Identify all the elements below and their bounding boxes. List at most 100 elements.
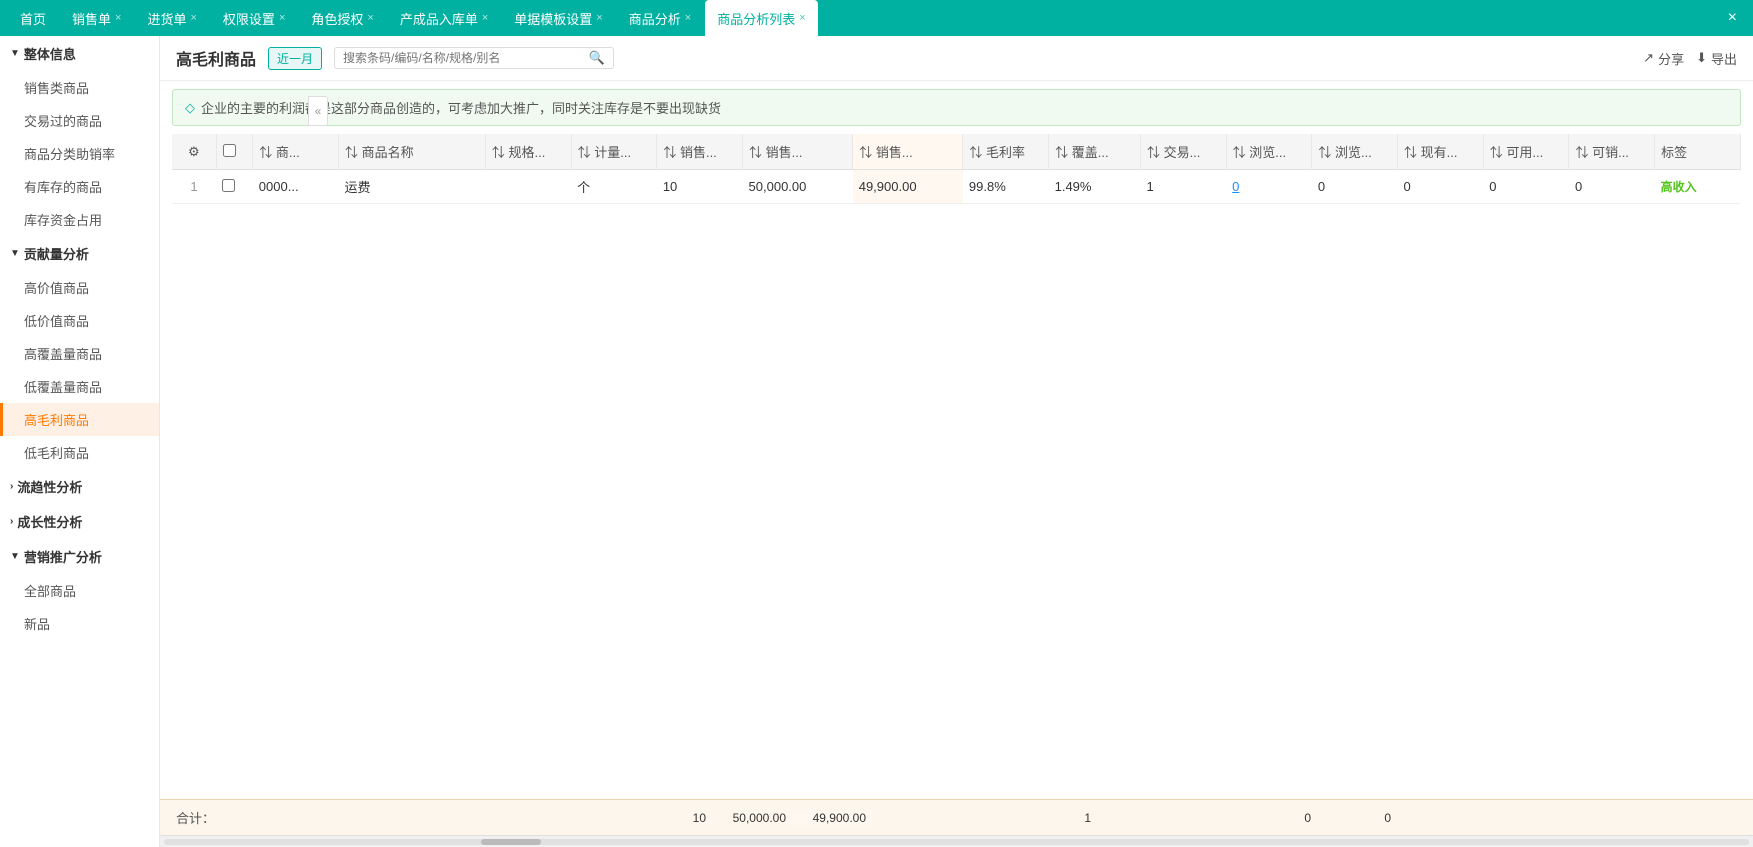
- row-view2: 0: [1312, 170, 1398, 204]
- row-sales-qty: 10: [657, 170, 743, 204]
- row-sales-amount: 50,000.00: [743, 170, 853, 204]
- info-banner: ◇ 企业的主要的利润都是这部分商品创造的，可考虑加大推广，同时关注库存是不要出现…: [172, 89, 1741, 126]
- top-navigation: 首页 销售单 × 进货单 × 权限设置 × 角色授权 × 产成品入库单 × 单据…: [0, 0, 1753, 36]
- sidebar-group-marketing[interactable]: ▼ 营销推广分析: [0, 539, 159, 574]
- nav-sales-order[interactable]: 销售单 ×: [60, 0, 133, 36]
- row-checkbox[interactable]: [222, 179, 235, 192]
- table-container[interactable]: ⚙ ⇅ 商... ⇅ 商品名称 ⇅ 规格...: [160, 134, 1753, 799]
- scrollbar-thumb[interactable]: [481, 839, 541, 845]
- sidebar-item-high-coverage[interactable]: 高覆盖量商品: [0, 337, 159, 370]
- nav-product-inbound[interactable]: 产成品入库单 ×: [388, 0, 500, 36]
- arrow-icon: ▼: [10, 48, 20, 59]
- nav-purchase-order[interactable]: 进货单 ×: [135, 0, 208, 36]
- sidebar-item-in-stock[interactable]: 有库存的商品: [0, 170, 159, 203]
- col-name[interactable]: ⇅ 商品名称: [339, 134, 486, 170]
- col-coverage[interactable]: ⇅ 覆盖...: [1049, 134, 1141, 170]
- footer-totals: 合计： 10 50,000.00 49,900.00 1 0 0: [160, 799, 1753, 835]
- nav-product-analysis-list[interactable]: 商品分析列表 ×: [705, 0, 817, 36]
- sidebar-item-low-margin[interactable]: 低毛利商品: [0, 436, 159, 469]
- info-icon: ◇: [185, 100, 195, 116]
- col-view1[interactable]: ⇅ 浏览...: [1226, 134, 1312, 170]
- sidebar-item-traded-goods[interactable]: 交易过的商品: [0, 104, 159, 137]
- close-product-analysis-list[interactable]: ×: [799, 12, 805, 24]
- close-permissions[interactable]: ×: [279, 12, 285, 24]
- data-table: ⚙ ⇅ 商... ⇅ 商品名称 ⇅ 规格...: [172, 134, 1741, 204]
- col-tag[interactable]: 标签: [1655, 134, 1741, 170]
- row-checkbox-cell[interactable]: [216, 170, 253, 204]
- export-button[interactable]: ⬇ 导出: [1696, 49, 1737, 68]
- close-product-inbound[interactable]: ×: [482, 12, 488, 24]
- arrow-icon: ›: [10, 481, 13, 492]
- sidebar-item-new-goods[interactable]: 新品: [0, 607, 159, 640]
- footer-trade: 1: [1017, 811, 1097, 825]
- horizontal-scrollbar[interactable]: [160, 835, 1753, 847]
- content-header: 高毛利商品 近一月 🔍 ↗ 分享 ⬇ 导出: [160, 36, 1753, 81]
- footer-sales-profit: 49,900.00: [792, 811, 872, 825]
- row-current: 0: [1398, 170, 1484, 204]
- sidebar-item-low-value[interactable]: 低价值商品: [0, 304, 159, 337]
- sidebar-group-trend[interactable]: › 流趋性分析: [0, 469, 159, 504]
- close-template-settings[interactable]: ×: [596, 12, 602, 24]
- sidebar-group-growth[interactable]: › 成长性分析: [0, 504, 159, 539]
- select-all-checkbox[interactable]: [223, 144, 236, 157]
- close-product-analysis[interactable]: ×: [685, 12, 691, 24]
- row-tag: 高收入: [1655, 170, 1741, 204]
- sidebar-item-category-assist[interactable]: 商品分类助销率: [0, 137, 159, 170]
- col-margin[interactable]: ⇅ 毛利率: [963, 134, 1049, 170]
- nav-product-analysis[interactable]: 商品分析 ×: [617, 0, 703, 36]
- row-code: 0000...: [253, 170, 339, 204]
- sidebar-group-contribution[interactable]: ▼ 贡献量分析: [0, 236, 159, 271]
- sidebar-item-high-value[interactable]: 高价值商品: [0, 271, 159, 304]
- sidebar-collapse-button[interactable]: «: [308, 96, 328, 126]
- col-current[interactable]: ⇅ 现有...: [1398, 134, 1484, 170]
- row-sales-profit: 49,900.00: [853, 170, 963, 204]
- table-row: 1 0000... 运费 个 10 50,000.00 49,900.00 99…: [172, 170, 1741, 204]
- row-coverage: 1.49%: [1049, 170, 1141, 204]
- table-header-row: ⚙ ⇅ 商... ⇅ 商品名称 ⇅ 规格...: [172, 134, 1741, 170]
- row-view1[interactable]: 0: [1226, 170, 1312, 204]
- col-spec[interactable]: ⇅ 规格...: [485, 134, 571, 170]
- col-unit[interactable]: ⇅ 计量...: [571, 134, 657, 170]
- col-checkbox[interactable]: [216, 134, 253, 170]
- col-sales-qty[interactable]: ⇅ 销售...: [657, 134, 743, 170]
- sidebar-item-inventory-capital[interactable]: 库存资金占用: [0, 203, 159, 236]
- sidebar-item-all-goods[interactable]: 全部商品: [0, 574, 159, 607]
- info-text: 企业的主要的利润都是这部分商品创造的，可考虑加大推广，同时关注库存是不要出现缺货: [201, 98, 721, 117]
- row-name: 运费: [339, 170, 486, 204]
- close-all-button[interactable]: ×: [1720, 9, 1745, 27]
- main-layout: ▼ 整体信息 销售类商品 交易过的商品 商品分类助销率 有库存的商品 库存资金占…: [0, 36, 1753, 847]
- row-available: 0: [1483, 170, 1569, 204]
- search-icon[interactable]: 🔍: [589, 50, 605, 66]
- nav-role-auth[interactable]: 角色授权 ×: [299, 0, 385, 36]
- col-view2[interactable]: ⇅ 浏览...: [1312, 134, 1398, 170]
- col-sellable[interactable]: ⇅ 可销...: [1569, 134, 1655, 170]
- sidebar-group-overview[interactable]: ▼ 整体信息: [0, 36, 159, 71]
- scrollbar-track: [164, 839, 1749, 845]
- col-sales-amount[interactable]: ⇅ 销售...: [743, 134, 853, 170]
- row-number: 1: [172, 170, 216, 204]
- nav-home[interactable]: 首页: [8, 0, 58, 36]
- sidebar-item-high-margin[interactable]: 高毛利商品: [0, 403, 159, 436]
- date-filter-button[interactable]: 近一月: [268, 47, 322, 70]
- col-settings[interactable]: ⚙: [172, 134, 216, 170]
- nav-permissions[interactable]: 权限设置 ×: [211, 0, 297, 36]
- search-box: 🔍: [334, 47, 614, 69]
- sidebar-item-low-coverage[interactable]: 低覆盖量商品: [0, 370, 159, 403]
- share-button[interactable]: ↗ 分享: [1643, 49, 1684, 68]
- row-trade: 1: [1140, 170, 1226, 204]
- close-purchase-order[interactable]: ×: [190, 12, 196, 24]
- col-code[interactable]: ⇅ 商...: [253, 134, 339, 170]
- close-role-auth[interactable]: ×: [367, 12, 373, 24]
- sidebar-item-sales-goods[interactable]: 销售类商品: [0, 71, 159, 104]
- nav-template-settings[interactable]: 单据模板设置 ×: [502, 0, 614, 36]
- close-sales-order[interactable]: ×: [115, 12, 121, 24]
- page-title: 高毛利商品: [176, 46, 256, 70]
- col-trade[interactable]: ⇅ 交易...: [1140, 134, 1226, 170]
- footer-current: 0: [1237, 811, 1317, 825]
- col-available[interactable]: ⇅ 可用...: [1483, 134, 1569, 170]
- footer-label: 合计：: [176, 808, 236, 827]
- search-input[interactable]: [343, 51, 589, 65]
- arrow-icon: ›: [10, 516, 13, 527]
- col-sales-profit[interactable]: ⇅ 销售...: [853, 134, 963, 170]
- footer-sales-qty: 10: [632, 811, 712, 825]
